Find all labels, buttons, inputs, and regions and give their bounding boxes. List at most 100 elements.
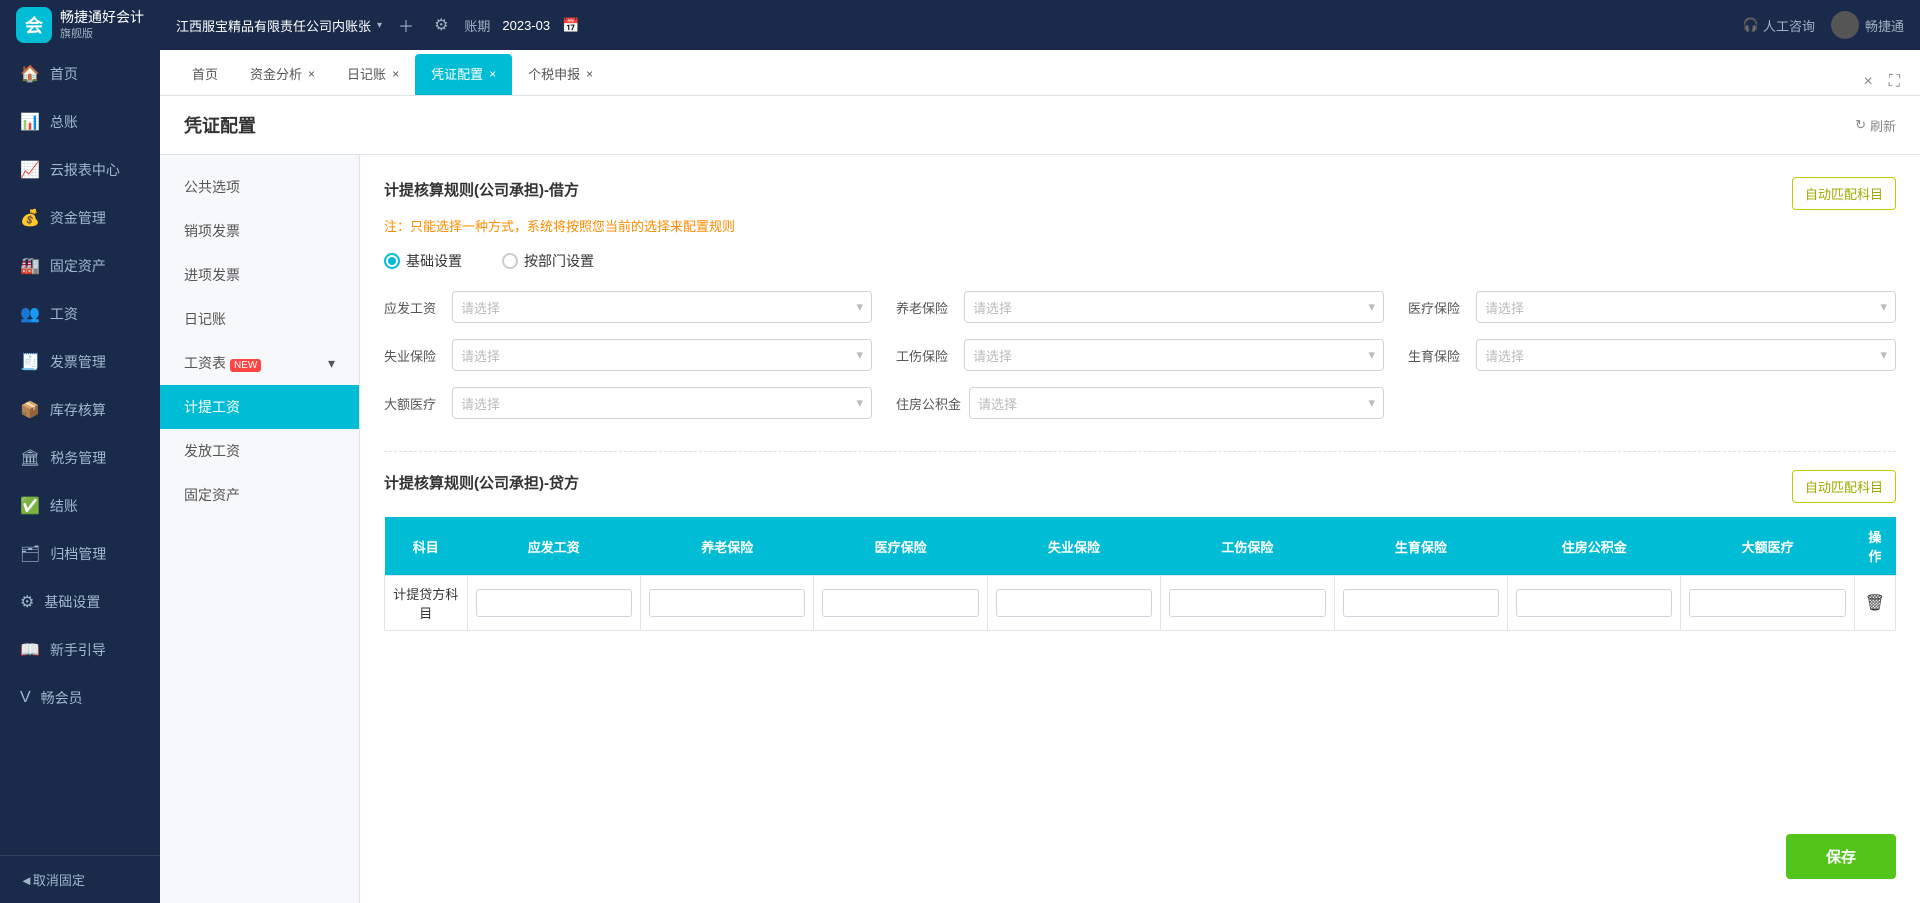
radio-basic-setup[interactable]: 基础设置 xyxy=(384,251,462,271)
company-name: 江西服宝精品有限责任公司内账张 xyxy=(176,16,371,35)
gear-icon[interactable]: ⚙ xyxy=(430,11,452,39)
refresh-button[interactable]: ↻ 刷新 xyxy=(1855,116,1896,135)
user-name: 畅捷通 xyxy=(1865,16,1904,35)
debit-section-title: 计提核算规则(公司承担)-借方 xyxy=(384,179,579,200)
user-avatar-area[interactable]: 畅捷通 xyxy=(1831,11,1904,39)
unemployment-select[interactable]: 请选择 ▾ xyxy=(452,339,872,371)
tab-fund-analysis[interactable]: 资金分析 × xyxy=(234,54,331,95)
fixed-assets-icon: 🏭 xyxy=(20,256,40,276)
reports-icon: 📈 xyxy=(20,160,40,180)
tab-tax-return-close[interactable]: × xyxy=(586,67,593,81)
sidebar-item-settings[interactable]: ⚙ 基础设置 xyxy=(0,578,160,626)
input-medical[interactable] xyxy=(822,589,978,617)
cell-housing[interactable] xyxy=(1508,576,1681,631)
tab-tax-return[interactable]: 个税申报 × xyxy=(512,54,609,95)
cell-pension[interactable] xyxy=(641,576,814,631)
tab-fund-analysis-close[interactable]: × xyxy=(308,67,315,81)
field-base-wage: 应发工资 请选择 ▾ xyxy=(384,291,872,323)
close-tab-icon[interactable]: × xyxy=(1859,69,1876,95)
nav-sales-invoice[interactable]: 销项发票 xyxy=(160,209,359,253)
calendar-icon[interactable]: 📅 xyxy=(562,17,579,34)
app-edition: 旗舰版 xyxy=(60,25,144,41)
tab-journal-close[interactable]: × xyxy=(392,67,399,81)
input-maternity[interactable] xyxy=(1343,589,1499,617)
field-injury: 工伤保险 请选择 ▾ xyxy=(896,339,1384,371)
nav-purchase-invoice[interactable]: 进项发票 xyxy=(160,253,359,297)
cell-medical[interactable] xyxy=(814,576,987,631)
nav-accrual-wage[interactable]: 计提工资 xyxy=(160,385,359,429)
settings-icon: ⚙ xyxy=(20,592,34,612)
tab-journal[interactable]: 日记账 × xyxy=(331,54,415,95)
cell-base-wage[interactable] xyxy=(467,576,640,631)
medical-select[interactable]: 请选择 ▾ xyxy=(1476,291,1896,323)
maternity-chevron: ▾ xyxy=(1880,347,1887,363)
input-housing[interactable] xyxy=(1516,589,1672,617)
pension-select[interactable]: 请选择 ▾ xyxy=(964,291,1384,323)
sidebar-item-archive[interactable]: 🗂 归档管理 xyxy=(0,530,160,578)
pension-placeholder: 请选择 xyxy=(973,298,1012,317)
cell-unemployment[interactable] xyxy=(987,576,1160,631)
credit-section: 计提核算规则(公司承担)-贷方 自动匹配科目 科目 应发工资 养老保险 医疗保险… xyxy=(384,472,1896,631)
housing-fund-select[interactable]: 请选择 ▾ xyxy=(969,387,1384,419)
headset-icon: 🎧 xyxy=(1743,17,1759,33)
service-btn[interactable]: 🎧 人工咨询 xyxy=(1743,16,1815,35)
section-divider xyxy=(384,451,1896,452)
cancel-fixed-btn[interactable]: ◄取消固定 xyxy=(0,855,160,903)
input-base-wage[interactable] xyxy=(476,589,632,617)
tab-home[interactable]: 首页 xyxy=(176,54,234,95)
base-wage-select[interactable]: 请选择 ▾ xyxy=(452,291,872,323)
radio-dept-setup[interactable]: 按部门设置 xyxy=(502,251,594,271)
cell-injury[interactable] xyxy=(1161,576,1334,631)
nav-wage-table[interactable]: 工资表NEW ▾ xyxy=(160,341,359,385)
sidebar-item-funds[interactable]: 💰 资金管理 xyxy=(0,194,160,242)
input-unemployment[interactable] xyxy=(996,589,1152,617)
tab-voucher-config-close[interactable]: × xyxy=(489,67,496,81)
large-medical-select[interactable]: 请选择 ▾ xyxy=(452,387,872,419)
maternity-select[interactable]: 请选择 ▾ xyxy=(1476,339,1896,371)
expand-icon[interactable]: ⛶ xyxy=(1885,69,1904,95)
sidebar-item-fixed-assets[interactable]: 🏭 固定资产 xyxy=(0,242,160,290)
nav-fixed-assets-nav[interactable]: 固定资产 xyxy=(160,473,359,517)
injury-select[interactable]: 请选择 ▾ xyxy=(964,339,1384,371)
sidebar-item-invoices[interactable]: 🧾 发票管理 xyxy=(0,338,160,386)
nav-public-options[interactable]: 公共选项 xyxy=(160,165,359,209)
sidebar-item-payroll[interactable]: 👥 工资 xyxy=(0,290,160,338)
radio-dept-circle xyxy=(502,253,518,269)
add-icon[interactable]: ＋ xyxy=(394,9,418,41)
topbar-middle: 江西服宝精品有限责任公司内账张 ▾ ＋ ⚙ 账期 2023-03 📅 xyxy=(176,9,1743,41)
cell-maternity[interactable] xyxy=(1334,576,1507,631)
tab-home-label: 首页 xyxy=(192,64,218,83)
sidebar-item-tax[interactable]: 🏛 税务管理 xyxy=(0,434,160,482)
input-large-med[interactable] xyxy=(1689,589,1845,617)
sidebar-item-vip[interactable]: V 畅会员 xyxy=(0,674,160,722)
tab-voucher-config[interactable]: 凭证配置 × xyxy=(415,54,512,95)
sidebar-label-ledger: 总账 xyxy=(50,112,78,132)
base-wage-chevron: ▾ xyxy=(856,299,863,315)
auto-match-credit-button[interactable]: 自动匹配科目 xyxy=(1792,470,1896,503)
nav-pay-wage[interactable]: 发放工资 xyxy=(160,429,359,473)
sidebar-item-close[interactable]: ✅ 结账 xyxy=(0,482,160,530)
medical-label: 医疗保险 xyxy=(1408,298,1468,317)
save-button[interactable]: 保存 xyxy=(1786,834,1896,879)
sidebar-label-funds: 资金管理 xyxy=(50,208,106,228)
tab-tax-return-label: 个税申报 xyxy=(528,64,580,83)
tab-bar: 首页 资金分析 × 日记账 × 凭证配置 × 个税申报 × × ⛶ xyxy=(160,50,1920,96)
cell-delete[interactable]: 🗑 xyxy=(1854,576,1895,631)
inventory-icon: 📦 xyxy=(20,400,40,420)
vip-icon: V xyxy=(20,689,31,707)
sidebar-item-home[interactable]: 🏠 首页 xyxy=(0,50,160,98)
input-injury[interactable] xyxy=(1169,589,1325,617)
auto-match-debit-button[interactable]: 自动匹配科目 xyxy=(1792,177,1896,210)
sidebar-item-guide[interactable]: 📖 新手引导 xyxy=(0,626,160,674)
left-nav: 公共选项 销项发票 进项发票 日记账 工资表NEW ▾ 计提工资 发放工资 固定… xyxy=(160,155,360,903)
cell-large-med[interactable] xyxy=(1681,576,1854,631)
sidebar-item-reports[interactable]: 📈 云报表中心 xyxy=(0,146,160,194)
company-selector[interactable]: 江西服宝精品有限责任公司内账张 ▾ xyxy=(176,16,382,35)
sidebar-item-ledger[interactable]: 📊 总账 xyxy=(0,98,160,146)
sidebar-item-inventory[interactable]: 📦 库存核算 xyxy=(0,386,160,434)
nav-journal[interactable]: 日记账 xyxy=(160,297,359,341)
main-layout: 🏠 首页 📊 总账 📈 云报表中心 💰 资金管理 🏭 固定资产 👥 工资 🧾 发… xyxy=(0,50,1920,903)
input-pension[interactable] xyxy=(649,589,805,617)
unemployment-label: 失业保险 xyxy=(384,346,444,365)
field-large-medical: 大额医疗 请选择 ▾ xyxy=(384,387,872,419)
